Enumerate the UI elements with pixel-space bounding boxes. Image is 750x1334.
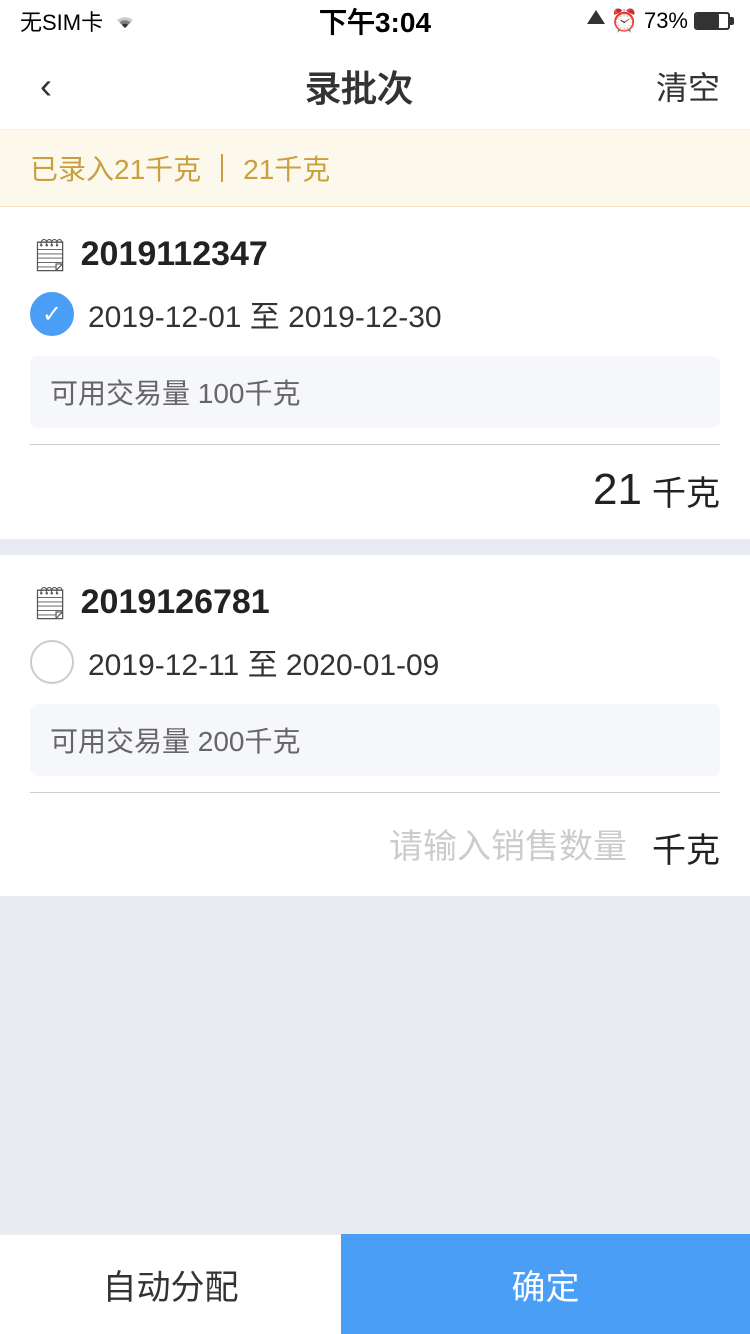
batch-2-radio[interactable] xyxy=(30,640,74,684)
batch-2-date: 2019-12-11 至 2020-01-09 xyxy=(88,640,439,684)
batch-2-unit: 千克 xyxy=(652,823,720,872)
nav-bar: ‹ 录批次 清空 xyxy=(0,42,750,130)
status-bar: 无SIM卡 下午3:04 ⏰ 73% xyxy=(0,0,750,42)
info-banner: 已录入21千克 21千克 xyxy=(0,130,750,207)
batch-1-qty-row: 21 千克 xyxy=(0,445,750,539)
status-right: ⏰ 73% xyxy=(587,8,730,34)
time-display: 下午3:04 xyxy=(319,1,431,41)
wifi-icon xyxy=(111,10,139,32)
batch-2-input-row[interactable]: 千克 xyxy=(0,803,750,896)
status-left: 无SIM卡 xyxy=(20,5,147,37)
back-button[interactable]: ‹ xyxy=(30,55,62,117)
amount-value: 21千克 xyxy=(243,148,330,188)
check-mark: ✓ xyxy=(42,300,62,329)
bottom-bar: 自动分配 确定 xyxy=(0,1234,750,1334)
batch-1-date: 2019-12-01 至 2019-12-30 xyxy=(88,292,442,336)
batch-1-header: 🗒 2019112347 xyxy=(0,207,750,284)
batch-1-icon: 🗒 xyxy=(30,236,71,274)
batch-1-date-row[interactable]: ✓ 2019-12-01 至 2019-12-30 xyxy=(0,284,750,348)
info-divider xyxy=(221,154,223,182)
location-icon xyxy=(587,10,605,32)
page-title: 录批次 xyxy=(305,60,413,112)
quantity-input[interactable] xyxy=(342,828,642,867)
batch-2-date-row[interactable]: 2019-12-11 至 2020-01-09 xyxy=(0,632,750,696)
confirm-button[interactable]: 确定 xyxy=(341,1234,750,1334)
clear-button[interactable]: 清空 xyxy=(656,63,720,109)
batch-1-availability: 可用交易量 100千克 xyxy=(30,356,720,428)
batch-card-1: 🗒 2019112347 ✓ 2019-12-01 至 2019-12-30 可… xyxy=(0,207,750,539)
recorded-amount: 已录入21千克 xyxy=(30,148,201,188)
card-separator-1 xyxy=(0,539,750,555)
batch-2-availability: 可用交易量 200千克 xyxy=(30,704,720,776)
battery-pct: 73% xyxy=(644,8,688,34)
alarm-icon: ⏰ xyxy=(611,8,638,34)
carrier-label: 无SIM卡 xyxy=(20,5,103,37)
batch-1-qty-value: 21 xyxy=(593,465,642,515)
batch-1-id: 2019112347 xyxy=(81,235,268,274)
batch-2-id: 2019126781 xyxy=(81,583,270,622)
battery-icon xyxy=(694,12,730,30)
batch-2-header: 🗒 2019126781 xyxy=(0,555,750,632)
input-divider xyxy=(30,792,720,793)
batch-card-2: 🗒 2019126781 2019-12-11 至 2020-01-09 可用交… xyxy=(0,555,750,896)
batch-1-qty-unit: 千克 xyxy=(652,466,720,515)
auto-distribute-button[interactable]: 自动分配 xyxy=(0,1234,341,1334)
batch-2-icon: 🗒 xyxy=(30,584,71,622)
batch-1-radio[interactable]: ✓ xyxy=(30,292,74,336)
